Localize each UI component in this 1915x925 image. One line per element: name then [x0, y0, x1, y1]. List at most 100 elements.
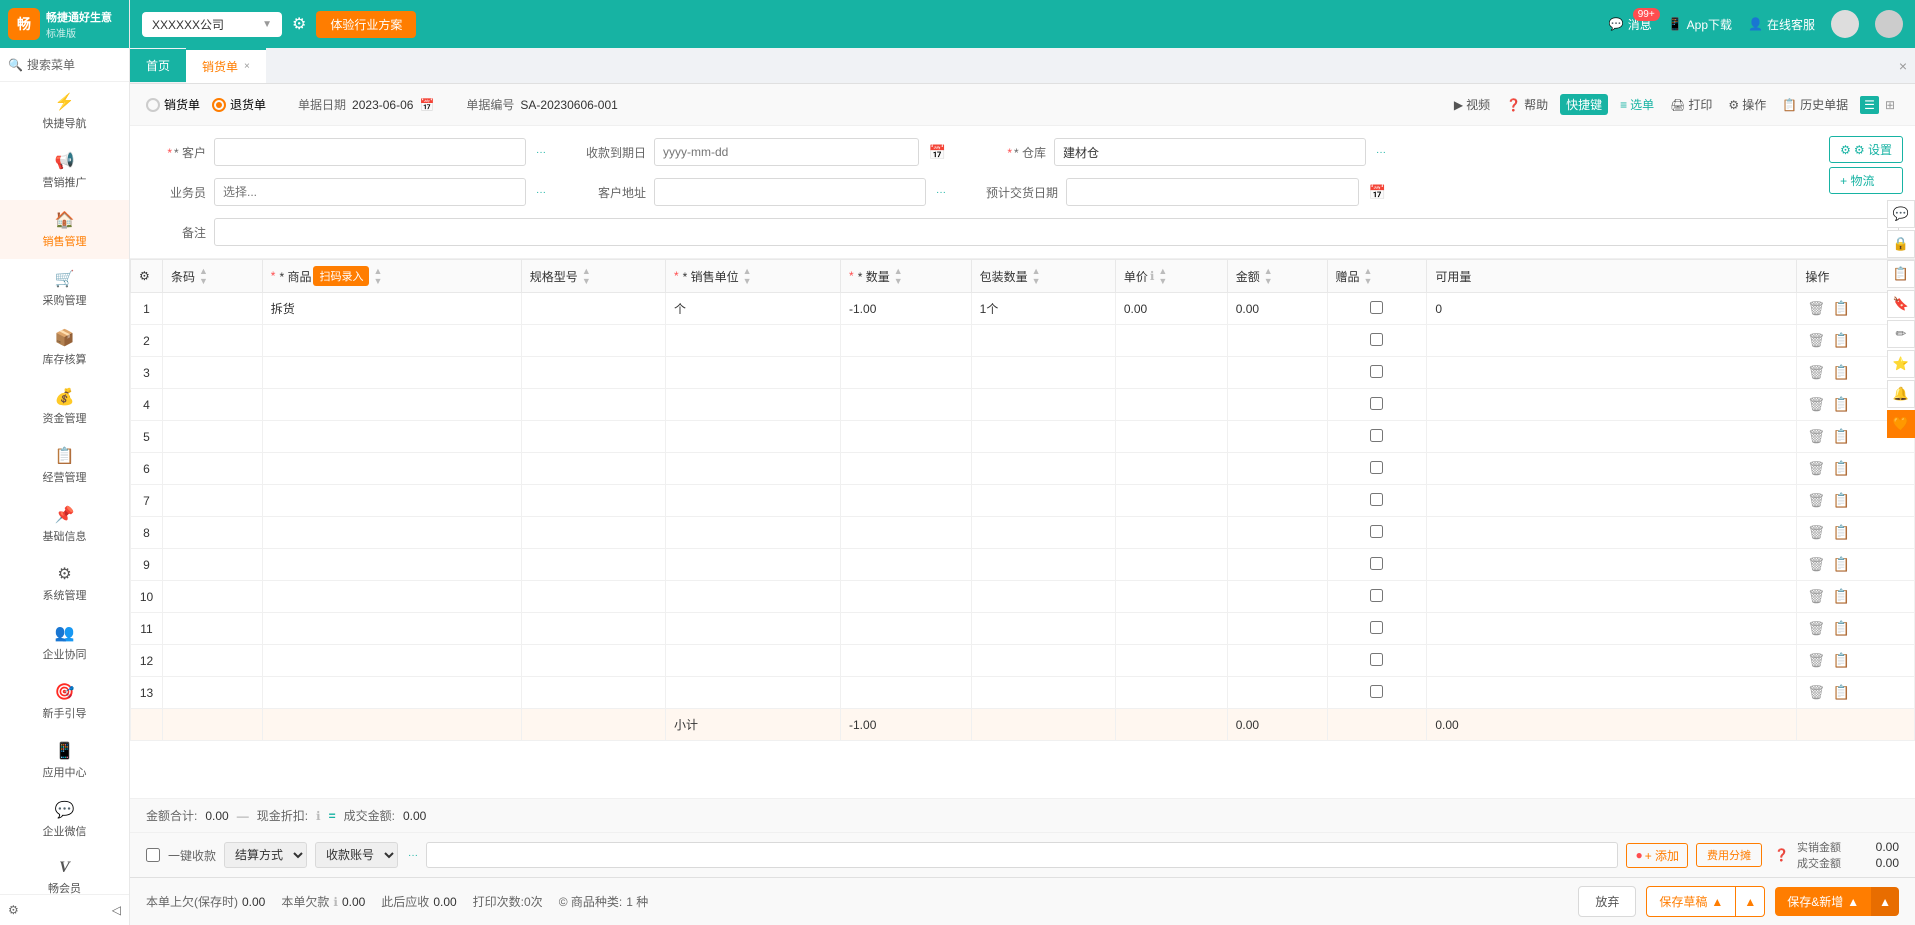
save-new-dropdown[interactable]: ▲	[1871, 887, 1899, 916]
radio-return-order[interactable]: 退货单	[212, 96, 266, 113]
addr-more-icon[interactable]: ···	[936, 187, 946, 198]
expected-date-input[interactable]	[1066, 178, 1359, 206]
row-pkg-qty-8[interactable]	[971, 517, 1115, 549]
video-btn[interactable]: ▶ 视频	[1450, 94, 1494, 115]
customer-input[interactable]	[214, 138, 526, 166]
row-unit-9[interactable]	[665, 549, 840, 581]
expected-date-calendar-icon[interactable]: 📅	[1369, 184, 1386, 201]
row-gift-7[interactable]	[1327, 485, 1427, 517]
row-price-1[interactable]: 0.00	[1115, 293, 1227, 325]
row-delete-icon-10[interactable]: 🗑	[1807, 588, 1825, 604]
row-delete-icon-3[interactable]: 🗑	[1807, 364, 1825, 380]
row-gift-8[interactable]	[1327, 517, 1427, 549]
row-gift-5[interactable]	[1327, 421, 1427, 453]
tab-close-icon[interactable]: ×	[244, 61, 250, 72]
save-draft-dropdown[interactable]: ▲	[1736, 886, 1765, 917]
company-selector[interactable]: XXXXXX公司 ▼	[142, 12, 282, 37]
row-barcode-2[interactable]	[163, 325, 263, 357]
warehouse-input[interactable]	[1054, 138, 1366, 166]
row-spec-13[interactable]	[521, 677, 665, 709]
row-barcode-1[interactable]	[163, 293, 263, 325]
row-pkg-qty-5[interactable]	[971, 421, 1115, 453]
row-pkg-qty-12[interactable]	[971, 645, 1115, 677]
sidebar-collapse-icon[interactable]: ◁	[112, 903, 121, 917]
row-unit-7[interactable]	[665, 485, 840, 517]
row-pkg-qty-10[interactable]	[971, 581, 1115, 613]
row-pkg-qty-9[interactable]	[971, 549, 1115, 581]
row-delete-icon-4[interactable]: 🗑	[1807, 396, 1825, 412]
row-price-4[interactable]	[1115, 389, 1227, 421]
row-amount-3[interactable]	[1227, 357, 1327, 389]
row-amount-2[interactable]	[1227, 325, 1327, 357]
row-copy-icon-6[interactable]: 📋	[1832, 460, 1849, 476]
sidebar-item-purchase[interactable]: 🛒 采购管理	[0, 259, 129, 318]
list-view-icon[interactable]: ☰	[1860, 96, 1879, 114]
row-price-6[interactable]	[1115, 453, 1227, 485]
row-barcode-10[interactable]	[163, 581, 263, 613]
calendar-icon[interactable]: 📅	[419, 98, 434, 112]
row-amount-13[interactable]	[1227, 677, 1327, 709]
row-amount-1[interactable]: 0.00	[1227, 293, 1327, 325]
row-spec-6[interactable]	[521, 453, 665, 485]
row-delete-icon-9[interactable]: 🗑	[1807, 556, 1825, 572]
row-qty-5[interactable]	[841, 421, 972, 453]
row-amount-5[interactable]	[1227, 421, 1327, 453]
row-pkg-qty-2[interactable]	[971, 325, 1115, 357]
app-download-btn[interactable]: 📱 App下载	[1668, 16, 1732, 33]
row-qty-3[interactable]	[841, 357, 972, 389]
row-qty-9[interactable]	[841, 549, 972, 581]
due-date-input[interactable]	[654, 138, 919, 166]
row-price-11[interactable]	[1115, 613, 1227, 645]
row-delete-icon-7[interactable]: 🗑	[1807, 492, 1825, 508]
row-product-8[interactable]	[262, 517, 521, 549]
row-qty-7[interactable]	[841, 485, 972, 517]
row-amount-11[interactable]	[1227, 613, 1327, 645]
row-price-12[interactable]	[1115, 645, 1227, 677]
row-delete-icon-8[interactable]: 🗑	[1807, 524, 1825, 540]
amount-input[interactable]	[426, 842, 1618, 868]
qty-sort-icon[interactable]: ▲▼	[894, 266, 903, 286]
row-price-3[interactable]	[1115, 357, 1227, 389]
sidebar-item-appstore[interactable]: 📱 应用中心	[0, 731, 129, 790]
row-copy-icon-8[interactable]: 📋	[1832, 524, 1849, 540]
row-price-10[interactable]	[1115, 581, 1227, 613]
discard-button[interactable]: 放弃	[1578, 886, 1636, 917]
warehouse-more-icon[interactable]: ···	[1376, 147, 1386, 158]
current-due-info-icon[interactable]: ℹ	[333, 895, 338, 909]
row-amount-9[interactable]	[1227, 549, 1327, 581]
sidebar-item-management[interactable]: 📋 经营管理	[0, 436, 129, 495]
row-price-5[interactable]	[1115, 421, 1227, 453]
row-qty-8[interactable]	[841, 517, 972, 549]
row-unit-11[interactable]	[665, 613, 840, 645]
row-qty-4[interactable]	[841, 389, 972, 421]
row-unit-1[interactable]: 个	[665, 293, 840, 325]
row-spec-10[interactable]	[521, 581, 665, 613]
row-copy-icon-5[interactable]: 📋	[1832, 428, 1849, 444]
add-payment-button[interactable]: ● + 添加	[1626, 843, 1688, 868]
row-price-9[interactable]	[1115, 549, 1227, 581]
row-copy-icon-4[interactable]: 📋	[1832, 396, 1849, 412]
right-panel-btn-4[interactable]: 🔖	[1887, 290, 1915, 318]
account-more-icon[interactable]: ···	[408, 850, 418, 861]
due-date-calendar-icon[interactable]: 📅	[929, 144, 946, 161]
row-product-12[interactable]	[262, 645, 521, 677]
logistics-button[interactable]: + 物流	[1829, 167, 1903, 194]
row-spec-2[interactable]	[521, 325, 665, 357]
gift-sort-icon[interactable]: ▲▼	[1364, 266, 1373, 286]
row-delete-icon-6[interactable]: 🗑	[1807, 460, 1825, 476]
row-pkg-qty-7[interactable]	[971, 485, 1115, 517]
pkg-sort-icon[interactable]: ▲▼	[1032, 266, 1041, 286]
row-gift-11[interactable]	[1327, 613, 1427, 645]
price-info-icon[interactable]: ℹ	[1150, 269, 1155, 283]
spec-sort-icon[interactable]: ▲▼	[582, 266, 591, 286]
row-gift-4[interactable]	[1327, 389, 1427, 421]
row-spec-5[interactable]	[521, 421, 665, 453]
row-barcode-11[interactable]	[163, 613, 263, 645]
operation-btn[interactable]: ⚙ 操作	[1724, 94, 1770, 115]
price-sort-icon[interactable]: ▲▼	[1158, 266, 1167, 286]
avatar-2[interactable]	[1875, 10, 1903, 38]
row-pkg-qty-13[interactable]	[971, 677, 1115, 709]
settlement-method-select[interactable]: 结算方式	[224, 842, 307, 868]
salesman-more-icon[interactable]: ···	[536, 187, 546, 198]
row-pkg-qty-1[interactable]: 1个	[971, 293, 1115, 325]
